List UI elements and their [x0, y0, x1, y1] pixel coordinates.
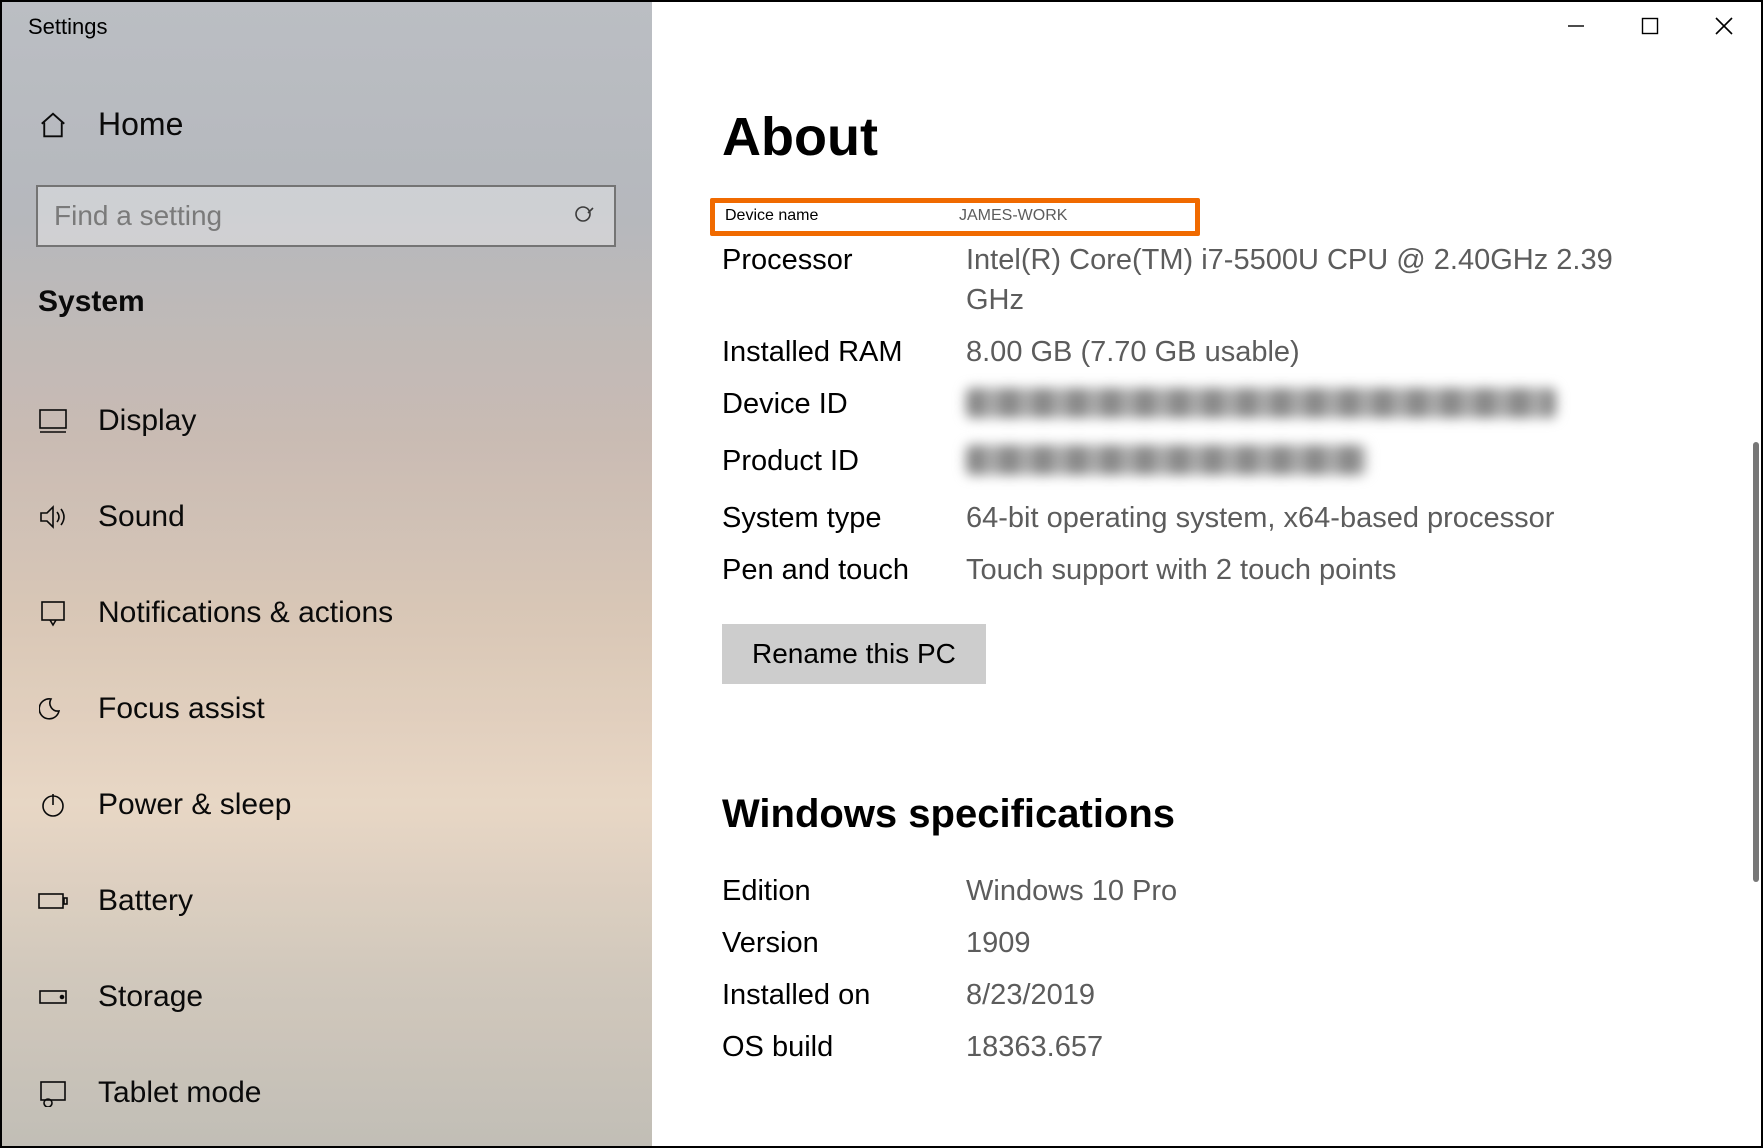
- spec-row-system-type: System type 64-bit operating system, x64…: [722, 492, 1701, 544]
- close-button[interactable]: [1687, 2, 1761, 50]
- spec-row-edition: Edition Windows 10 Pro: [722, 865, 1701, 917]
- display-icon: [36, 404, 70, 438]
- spec-value: 64-bit operating system, x64-based proce…: [966, 498, 1701, 538]
- sidebar-item-battery[interactable]: Battery: [2, 853, 652, 949]
- power-icon: [36, 788, 70, 822]
- spec-label: Installed on: [722, 975, 966, 1015]
- sidebar-item-label: Sound: [98, 500, 185, 534]
- sidebar-item-storage[interactable]: Storage: [2, 949, 652, 1045]
- sidebar-item-sound[interactable]: Sound: [2, 469, 652, 565]
- spec-row-processor: Processor Intel(R) Core(TM) i7-5500U CPU…: [722, 234, 1701, 326]
- maximize-button[interactable]: [1613, 2, 1687, 50]
- spec-row-device-id: Device ID: [722, 378, 1701, 435]
- sidebar-item-notifications[interactable]: Notifications & actions: [2, 565, 652, 661]
- spec-row-version: Version 1909: [722, 917, 1701, 969]
- window-title: Settings: [2, 2, 108, 40]
- spec-value: 8/23/2019: [966, 975, 1701, 1015]
- rename-pc-button[interactable]: Rename this PC: [722, 624, 986, 684]
- sidebar-item-label: Power & sleep: [98, 788, 291, 822]
- home-icon: [36, 108, 70, 142]
- page-title: About: [722, 106, 1701, 168]
- battery-icon: [36, 884, 70, 918]
- search-input[interactable]: [36, 185, 616, 247]
- sidebar: Home System Display Sound: [2, 2, 652, 1146]
- tablet-icon: [36, 1076, 70, 1110]
- minimize-button[interactable]: [1539, 2, 1613, 50]
- sidebar-item-label: Battery: [98, 884, 193, 918]
- windows-specs: Edition Windows 10 Pro Version 1909 Inst…: [722, 865, 1701, 1073]
- windows-specs-heading: Windows specifications: [722, 792, 1701, 837]
- sidebar-item-label: Display: [98, 404, 196, 438]
- notifications-icon: [36, 596, 70, 630]
- search-icon: [572, 203, 598, 229]
- window-controls: [1539, 2, 1761, 50]
- sidebar-item-display[interactable]: Display: [2, 373, 652, 469]
- sidebar-item-tablet-mode[interactable]: Tablet mode: [2, 1045, 652, 1141]
- sidebar-home-label: Home: [98, 106, 183, 143]
- spec-label: Device ID: [722, 384, 966, 424]
- spec-label: Edition: [722, 871, 966, 911]
- spec-label: OS build: [722, 1027, 966, 1067]
- sound-icon: [36, 500, 70, 534]
- sidebar-item-focus-assist[interactable]: Focus assist: [2, 661, 652, 757]
- sidebar-item-label: Tablet mode: [98, 1076, 261, 1110]
- spec-row-pen-touch: Pen and touch Touch support with 2 touch…: [722, 544, 1701, 596]
- scrollbar[interactable]: [1753, 442, 1759, 882]
- spec-label-device-name: Device name: [725, 207, 959, 225]
- spec-label: Product ID: [722, 441, 966, 481]
- spec-value-blurred: [966, 384, 1701, 429]
- spec-value: Windows 10 Pro: [966, 871, 1701, 911]
- spec-row-ram: Installed RAM 8.00 GB (7.70 GB usable): [722, 326, 1701, 378]
- spec-label: Pen and touch: [722, 550, 966, 590]
- sidebar-item-label: Focus assist: [98, 692, 265, 726]
- titlebar: Settings: [2, 2, 1761, 58]
- sidebar-home[interactable]: Home: [2, 58, 652, 143]
- sidebar-item-label: Notifications & actions: [98, 596, 393, 630]
- sidebar-item-power-sleep[interactable]: Power & sleep: [2, 757, 652, 853]
- spec-label: System type: [722, 498, 966, 538]
- sidebar-item-label: Storage: [98, 980, 203, 1014]
- spec-value-blurred: [966, 441, 1701, 486]
- sidebar-section-label: System: [2, 247, 652, 319]
- spec-label: Installed RAM: [722, 332, 966, 372]
- spec-label: Processor: [722, 240, 966, 280]
- spec-row-product-id: Product ID: [722, 435, 1701, 492]
- spec-value: Intel(R) Core(TM) i7-5500U CPU @ 2.40GHz…: [966, 240, 1701, 320]
- spec-value-device-name: JAMES-WORK: [959, 207, 1185, 225]
- main-content: About Device name JAMES-WORK Processor I…: [652, 2, 1761, 1146]
- moon-icon: [36, 692, 70, 726]
- spec-value: 1909: [966, 923, 1701, 963]
- device-name-highlight: Device name JAMES-WORK: [710, 198, 1200, 236]
- spec-row-os-build: OS build 18363.657: [722, 1021, 1701, 1073]
- spec-value: Touch support with 2 touch points: [966, 550, 1701, 590]
- device-specs: Device name JAMES-WORK Processor Intel(R…: [722, 198, 1701, 596]
- storage-icon: [36, 980, 70, 1014]
- sidebar-nav: Display Sound Notifications & actions Fo…: [2, 319, 652, 1141]
- spec-row-installed-on: Installed on 8/23/2019: [722, 969, 1701, 1021]
- spec-value: 8.00 GB (7.70 GB usable): [966, 332, 1701, 372]
- spec-value: 18363.657: [966, 1027, 1701, 1067]
- spec-label: Version: [722, 923, 966, 963]
